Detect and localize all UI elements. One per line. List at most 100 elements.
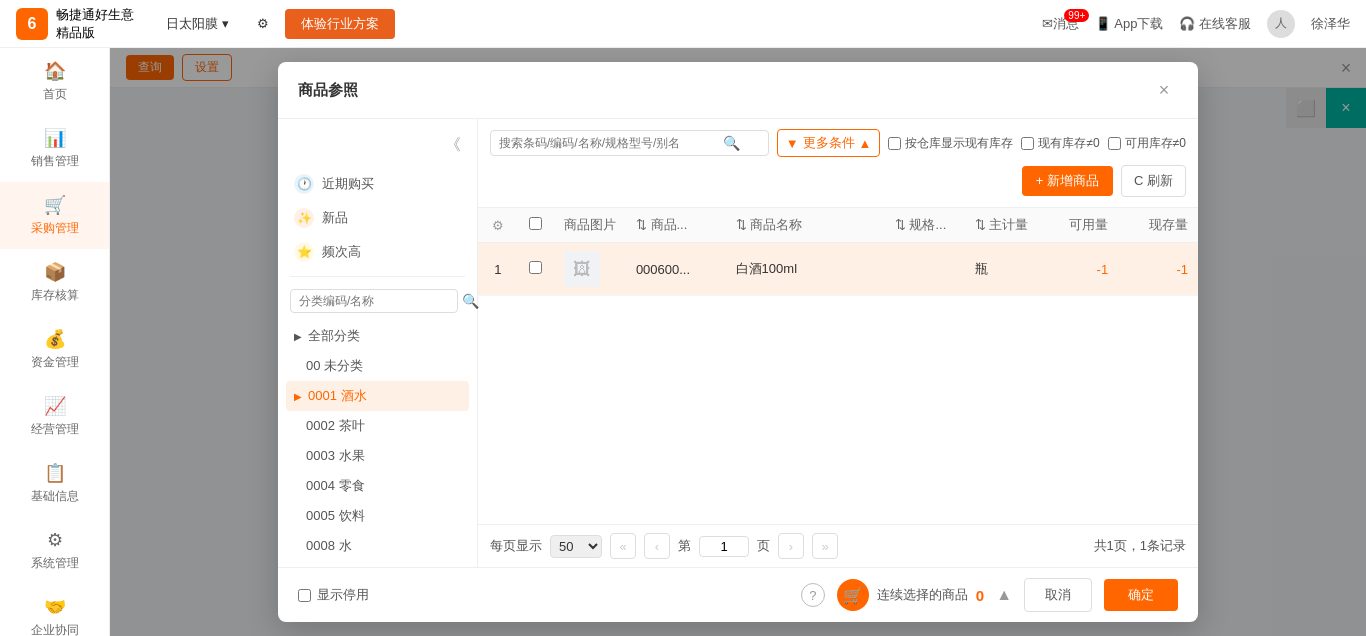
check-avail-nonzero[interactable]: 可用库存≠0 [1108, 135, 1186, 152]
nav-branch[interactable]: 日太阳膜 ▾ [154, 9, 241, 39]
prev-page-btn[interactable]: ‹ [644, 533, 670, 559]
product-thumbnail: 🖼 [564, 251, 600, 287]
checkbox-stock-nonzero[interactable] [1021, 137, 1034, 150]
username: 徐泽华 [1311, 15, 1350, 33]
main-layout: 🏠 首页 📊 销售管理 🛒 采购管理 📦 库存核算 💰 资金管理 📈 经营管理 … [0, 48, 1366, 636]
right-panel: 🔍 ▼ 更多条件 ▲ 按仓库显示现有库存 [478, 119, 1198, 567]
row-name: 白酒100ml [726, 243, 885, 296]
cart-area: 🛒 连续选择的商品 0 [837, 579, 984, 611]
last-page-btn[interactable]: » [812, 533, 838, 559]
confirm-btn[interactable]: 确定 [1104, 579, 1178, 611]
home-icon: 🏠 [44, 60, 66, 82]
footer-actions: ? 🛒 连续选择的商品 0 ▲ 取消 确定 [801, 578, 1178, 612]
cart-text: 连续选择的商品 [877, 586, 968, 604]
row-code: 000600... [626, 243, 726, 296]
cat-item-uncategorized[interactable]: 00 未分类 [286, 351, 469, 381]
dialog-close-btn[interactable]: × [1150, 76, 1178, 104]
page-size-select[interactable]: 50 10 20 100 [550, 535, 602, 558]
basic-info-icon: 📋 [44, 462, 66, 484]
col-name-header: ⇅ 商品名称 [726, 208, 885, 243]
sidebar-item-system[interactable]: ⚙ 系统管理 [0, 517, 109, 584]
cat-item-fruit[interactable]: 0003 水果 [286, 441, 469, 471]
collab-icon: 🤝 [44, 596, 66, 618]
topbar-nav: 日太阳膜 ▾ ⚙ 体验行业方案 [154, 9, 1042, 39]
filter-bar: 🔍 ▼ 更多条件 ▲ 按仓库显示现有库存 [478, 119, 1198, 208]
sidebar-item-collab[interactable]: 🤝 企业协同 [0, 584, 109, 636]
freq-icon: ⭐ [294, 242, 314, 262]
recent-icon: 🕐 [294, 174, 314, 194]
headset-icon: 🎧 [1179, 16, 1195, 31]
dialog-footer: 显示停用 ? 🛒 连续选择的商品 0 ▲ 取消 确定 [278, 567, 1198, 622]
row-select-checkbox[interactable] [529, 261, 542, 274]
finance-icon: 💰 [44, 328, 66, 350]
sidebar-item-purchase[interactable]: 🛒 采购管理 [0, 182, 109, 249]
page-input[interactable] [699, 536, 749, 557]
product-search-box[interactable]: 🔍 [490, 130, 769, 156]
cat-item-beverage[interactable]: 0005 饮料 [286, 501, 469, 531]
row-checkbox[interactable] [518, 243, 554, 296]
sidebar-item-home[interactable]: 🏠 首页 [0, 48, 109, 115]
more-filter-btn[interactable]: ▼ 更多条件 ▲ [777, 129, 881, 157]
quick-nav: 🕐 近期购买 ✨ 新品 ⭐ 频次高 [278, 168, 477, 268]
category-search-icon[interactable]: 🔍 [462, 293, 479, 309]
sidebar-item-basic-info[interactable]: 📋 基础信息 [0, 450, 109, 517]
col-gear[interactable]: ⚙ [478, 208, 518, 243]
refresh-btn[interactable]: C 刷新 [1121, 165, 1186, 197]
next-page-btn[interactable]: › [778, 533, 804, 559]
first-page-btn[interactable]: « [610, 533, 636, 559]
show-disabled-check[interactable]: 显示停用 [298, 586, 369, 604]
sidebar-item-finance[interactable]: 💰 资金管理 [0, 316, 109, 383]
cart-icon: 🛒 [843, 586, 863, 605]
help-icon-btn[interactable]: ? [801, 583, 825, 607]
logo-icon: 6 [16, 8, 48, 40]
category-search-box: 🔍 [278, 285, 477, 317]
sidebar-item-inventory[interactable]: 📦 库存核算 [0, 249, 109, 316]
nav-frequent[interactable]: ⭐ 频次高 [286, 236, 469, 268]
row-unit: 瓶 [965, 243, 1039, 296]
cat-item-liquor[interactable]: ▶ 0001 酒水 [286, 381, 469, 411]
expand-icon-btn[interactable]: ▲ [996, 586, 1012, 604]
sidebar-item-sales[interactable]: 📊 销售管理 [0, 115, 109, 182]
service-btn[interactable]: 🎧 在线客服 [1179, 15, 1251, 33]
row-stock: -1 [1118, 243, 1198, 296]
cat-item-tea[interactable]: 0002 茶叶 [286, 411, 469, 441]
check-warehouse[interactable]: 按仓库显示现有库存 [888, 135, 1013, 152]
cancel-btn[interactable]: 取消 [1024, 578, 1092, 612]
nav-recent[interactable]: 🕐 近期购买 [286, 168, 469, 200]
dialog-body: 《 🕐 近期购买 ✨ 新品 ⭐ [278, 119, 1198, 567]
collapse-btn[interactable]: 《 [441, 131, 465, 160]
check-stock-nonzero[interactable]: 现有库存≠0 [1021, 135, 1099, 152]
col-avail-header: 可用量 [1038, 208, 1118, 243]
sidebar-item-business[interactable]: 📈 经营管理 [0, 383, 109, 450]
trial-btn[interactable]: 体验行业方案 [285, 9, 395, 39]
app-download-btn[interactable]: 📱 App下载 [1095, 15, 1163, 33]
dialog-overlay: 商品参照 × 《 🕐 近期购买 [110, 48, 1366, 636]
topbar-right: ✉ 99+ 消息 📱 App下载 🎧 在线客服 人 徐泽华 [1042, 10, 1350, 38]
cat-item-snack[interactable]: 0004 零食 [286, 471, 469, 501]
checkbox-avail-nonzero[interactable] [1108, 137, 1121, 150]
page-label: 第 [678, 537, 691, 555]
product-search-icon[interactable]: 🔍 [723, 135, 740, 151]
message-btn[interactable]: ✉ 99+ 消息 [1042, 15, 1079, 33]
row-img: 🖼 [554, 243, 626, 296]
cat-item-all[interactable]: ▶ 全部分类 [286, 321, 469, 351]
phone-icon: 📱 [1095, 16, 1111, 31]
category-search-input[interactable] [290, 289, 458, 313]
cat-item-water[interactable]: 0008 水 [286, 531, 469, 559]
message-icon: ✉ [1042, 16, 1053, 31]
left-panel-header: 《 [278, 127, 477, 168]
table-row[interactable]: 1 🖼 [478, 243, 1198, 296]
checkbox-warehouse[interactable] [888, 137, 901, 150]
avatar[interactable]: 人 [1267, 10, 1295, 38]
show-disabled-checkbox[interactable] [298, 589, 311, 602]
col-unit-header: ⇅ 主计量 [965, 208, 1039, 243]
settings-icon-btn[interactable]: ⚙ [245, 10, 281, 37]
cart-icon-btn[interactable]: 🛒 [837, 579, 869, 611]
nav-new[interactable]: ✨ 新品 [286, 202, 469, 234]
page-suffix: 页 [757, 537, 770, 555]
select-all-checkbox[interactable] [529, 217, 542, 230]
add-product-btn[interactable]: + 新增商品 [1022, 166, 1113, 196]
left-panel: 《 🕐 近期购买 ✨ 新品 ⭐ [278, 119, 478, 567]
sort-icon-code: ⇅ [636, 217, 647, 232]
product-search-input[interactable] [499, 136, 719, 150]
